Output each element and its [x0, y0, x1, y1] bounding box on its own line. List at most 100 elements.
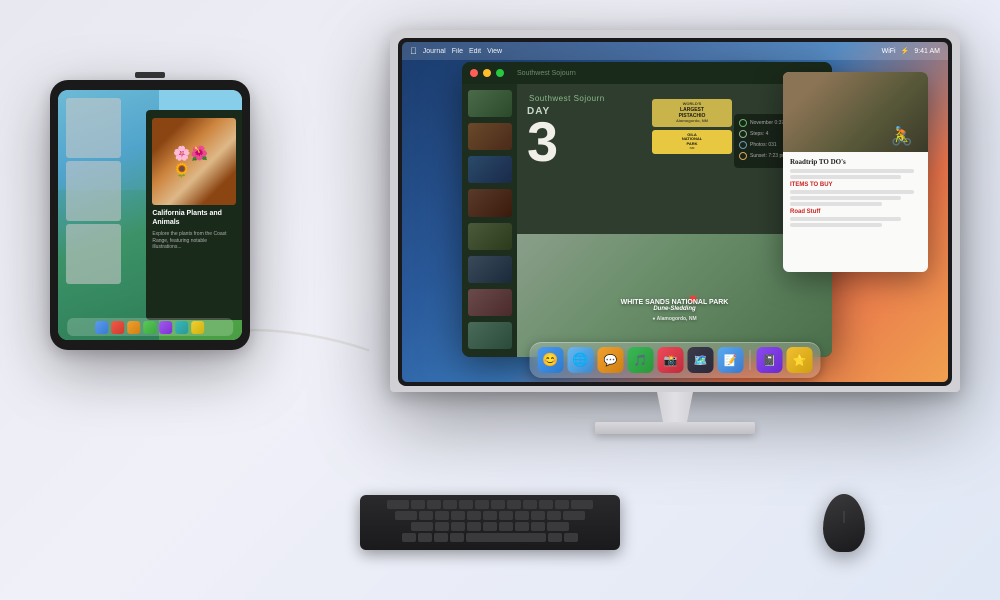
magic-mouse[interactable]	[823, 494, 865, 552]
key-backspace[interactable]	[571, 500, 593, 509]
key-shift-left[interactable]	[411, 522, 433, 531]
key-t[interactable]	[475, 500, 489, 509]
ipad-dock-icon-5[interactable]	[160, 321, 173, 334]
journal-day-label: DAY 3	[527, 106, 556, 167]
dock-app-notes[interactable]: 📝	[718, 347, 744, 373]
journal-main-content: Southwest Sojourn DAY 3 WORLD'S	[462, 84, 832, 357]
sidebar-entry-5[interactable]	[468, 223, 512, 250]
key-d[interactable]	[451, 511, 465, 520]
notes-main-title: Roadtrip TO DO's	[790, 158, 921, 166]
monitor-stand-base	[595, 422, 755, 434]
sidebar-entry-7[interactable]	[468, 289, 512, 316]
key-s[interactable]	[435, 511, 449, 520]
window-fullscreen-button[interactable]	[496, 69, 504, 77]
key-fn[interactable]	[402, 533, 416, 542]
ipad-dock-icon-7[interactable]	[192, 321, 205, 334]
key-c[interactable]	[467, 522, 481, 531]
key-option[interactable]	[434, 533, 448, 542]
ipad-book-panel: California Plants and Animals Explore th…	[146, 110, 242, 320]
key-b[interactable]	[499, 522, 513, 531]
menubar-status-items: WiFi ⚡ 9:41 AM	[882, 47, 940, 55]
key-r[interactable]	[459, 500, 473, 509]
sidebar-entry-6[interactable]	[468, 256, 512, 283]
sidebar-entry-4[interactable]	[468, 189, 512, 216]
dock-app-maps[interactable]: 🗺️	[688, 347, 714, 373]
key-i[interactable]	[523, 500, 537, 509]
key-e[interactable]	[443, 500, 457, 509]
window-close-button[interactable]	[470, 69, 478, 77]
menubar-view[interactable]: View	[487, 48, 502, 55]
dock-app-finder[interactable]: 😊	[538, 347, 564, 373]
key-k[interactable]	[531, 511, 545, 520]
key-x[interactable]	[451, 522, 465, 531]
ipad-dock-icon-4[interactable]	[144, 321, 157, 334]
key-a[interactable]	[419, 511, 433, 520]
key-option-right[interactable]	[564, 533, 578, 542]
multitask-thumb-1	[66, 98, 121, 158]
key-y[interactable]	[491, 500, 505, 509]
key-f[interactable]	[467, 511, 481, 520]
journal-sidebar[interactable]	[462, 84, 517, 357]
apple-menu[interactable]: 	[410, 46, 417, 56]
key-g[interactable]	[483, 511, 497, 520]
key-tab[interactable]	[387, 500, 409, 509]
sidebar-entry-8[interactable]	[468, 322, 512, 349]
key-q[interactable]	[411, 500, 425, 509]
key-h[interactable]	[499, 511, 513, 520]
menubar-wifi: WiFi	[882, 48, 896, 55]
sidebar-entry-3[interactable]	[468, 156, 512, 183]
key-o[interactable]	[539, 500, 553, 509]
notes-section-1: ITEMS TO BUY	[790, 182, 921, 188]
notes-roadtrip-panel: Roadtrip TO DO's ITEMS TO BUY Road Stuff	[783, 72, 928, 272]
multitask-thumb-3	[66, 224, 121, 284]
scene: California Plants and Animals Explore th…	[20, 20, 980, 580]
sticker-pistachio: WORLD'S LARGEST PISTACHIO Alamogordo, NM	[652, 99, 732, 127]
macos-menubar:  Journal File Edit View WiFi ⚡ 9:41 AM	[402, 42, 948, 60]
key-j[interactable]	[515, 511, 529, 520]
keyboard-row-3	[366, 522, 614, 531]
key-cmd-right[interactable]	[548, 533, 562, 542]
key-z[interactable]	[435, 522, 449, 531]
dock-app-misc[interactable]: ⭐	[787, 347, 813, 373]
key-ctrl[interactable]	[418, 533, 432, 542]
key-m[interactable]	[531, 522, 545, 531]
key-cmd-left[interactable]	[450, 533, 464, 542]
notes-line-7	[790, 223, 882, 227]
sidebar-entry-2[interactable]	[468, 123, 512, 150]
window-minimize-button[interactable]	[483, 69, 491, 77]
dock-app-safari[interactable]: 🌐	[568, 347, 594, 373]
menubar-edit[interactable]: Edit	[469, 48, 481, 55]
notes-line-1	[790, 169, 914, 173]
key-l[interactable]	[547, 511, 561, 520]
monitor-outer-frame:  Journal File Edit View WiFi ⚡ 9:41 AM	[390, 30, 960, 392]
key-v[interactable]	[483, 522, 497, 531]
notes-content: Roadtrip TO DO's ITEMS TO BUY Road Stuff	[783, 152, 928, 235]
ipad-dock-icon-3[interactable]	[128, 321, 141, 334]
ipad-dock-icon-6[interactable]	[176, 321, 189, 334]
notes-section-2: Road Stuff	[790, 209, 921, 215]
key-return[interactable]	[563, 511, 585, 520]
dock-app-music[interactable]: 🎵	[628, 347, 654, 373]
ipad-container: California Plants and Animals Explore th…	[50, 80, 250, 350]
dock-app-messages[interactable]: 💬	[598, 347, 624, 373]
ipad-dock-icon-2[interactable]	[112, 321, 125, 334]
ipad-dock-icon-1[interactable]	[96, 321, 109, 334]
key-p[interactable]	[555, 500, 569, 509]
monitor-stand-neck	[645, 392, 705, 422]
ipad-dock[interactable]	[67, 318, 233, 336]
notes-line-3	[790, 190, 914, 194]
notes-line-6	[790, 217, 901, 221]
dock-app-journal[interactable]: 📓	[757, 347, 783, 373]
key-shift-right[interactable]	[547, 522, 569, 531]
key-w[interactable]	[427, 500, 441, 509]
notes-line-4	[790, 196, 901, 200]
menubar-file[interactable]: File	[452, 48, 463, 55]
key-n[interactable]	[515, 522, 529, 531]
key-spacebar[interactable]	[466, 533, 546, 542]
key-u[interactable]	[507, 500, 521, 509]
macos-dock: 😊 🌐 💬 🎵 📸 🗺️ 📝 📓 ⭐	[530, 342, 821, 378]
sidebar-entry-1[interactable]	[468, 90, 512, 117]
dock-app-photos[interactable]: 📸	[658, 347, 684, 373]
key-caps[interactable]	[395, 511, 417, 520]
menubar-app-name[interactable]: Journal	[423, 48, 446, 55]
